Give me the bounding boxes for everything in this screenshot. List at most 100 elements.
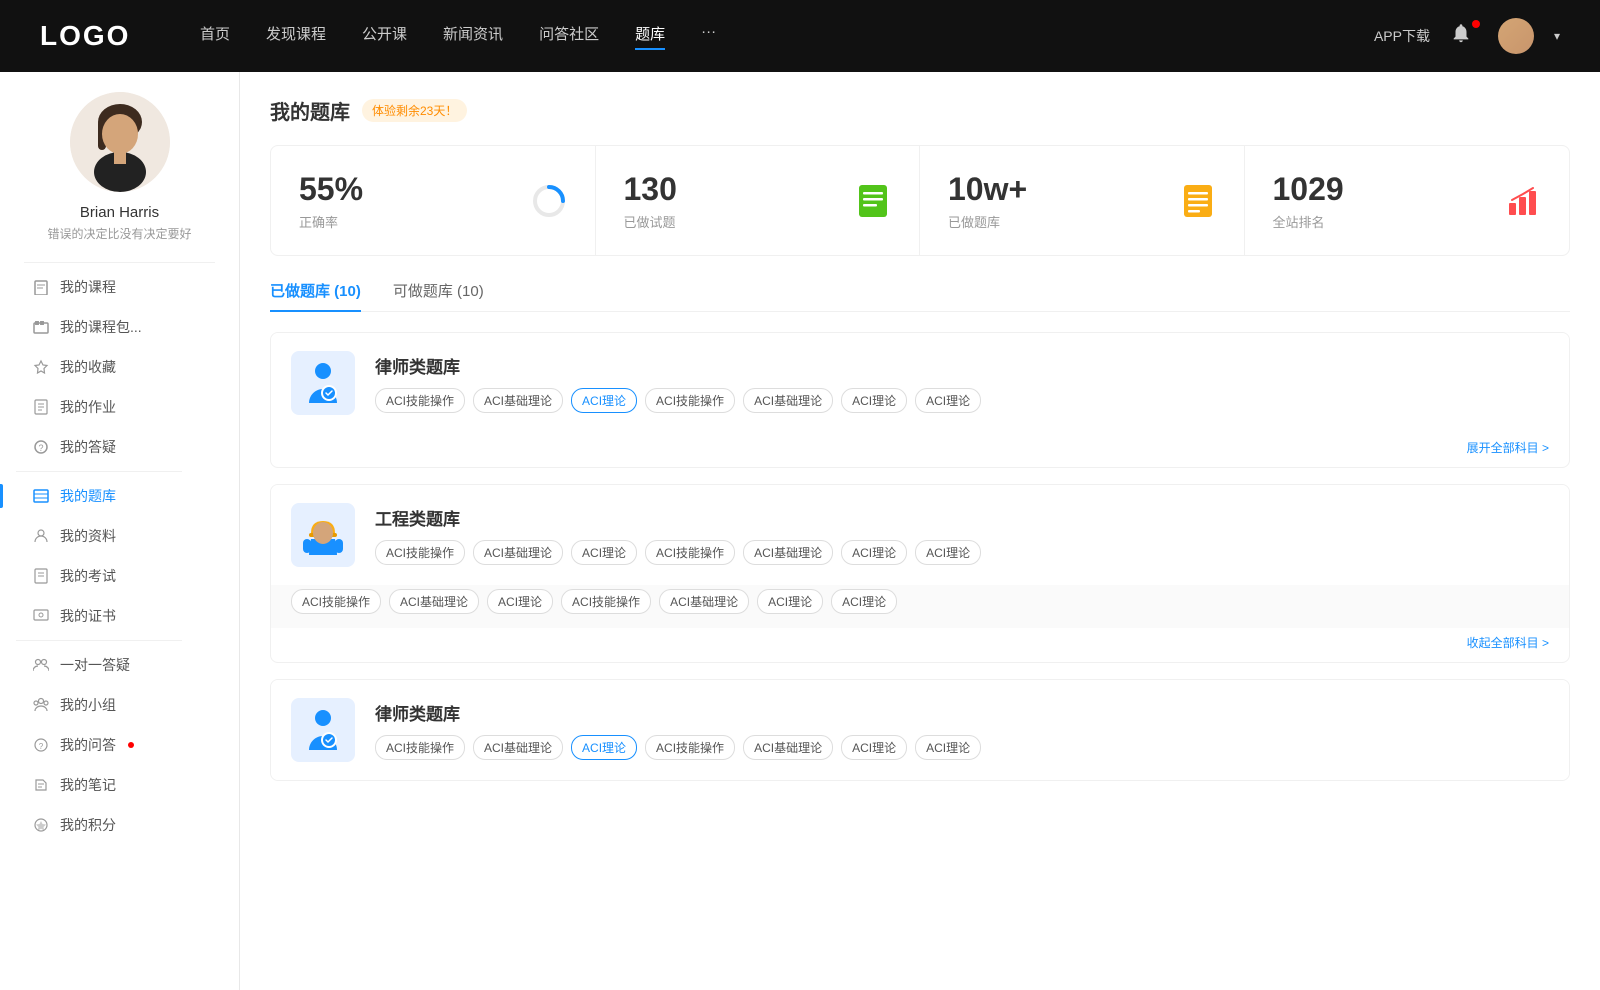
nav-qa[interactable]: 问答社区 xyxy=(539,23,599,50)
stat-done-banks: 10w+ 已做题库 xyxy=(920,146,1245,255)
sidebar-item-my-homework[interactable]: 我的作业 xyxy=(16,387,223,427)
tab-row: 已做题库 (10) 可做题库 (10) xyxy=(270,280,1570,312)
bank-footer-0: 展开全部科目 > xyxy=(271,433,1569,467)
stat-done-questions: 130 已做试题 xyxy=(596,146,921,255)
stats-row: 55% 正确率 130 已做试题 xyxy=(270,145,1570,256)
nav-news[interactable]: 新闻资讯 xyxy=(443,23,503,50)
bank-body-tag-1-6[interactable]: ACI理论 xyxy=(831,589,897,614)
bank-body-tag-1-2[interactable]: ACI理论 xyxy=(487,589,553,614)
stat-done-banks-label: 已做题库 xyxy=(948,212,1166,231)
bank-body-tag-1-1[interactable]: ACI基础理论 xyxy=(389,589,479,614)
trial-badge: 体验剩余23天！ xyxy=(362,99,467,122)
my-homework-icon xyxy=(32,398,50,416)
bank-tag-2-1[interactable]: ACI基础理论 xyxy=(473,735,563,760)
bank-section-0: 律师类题库 ACI技能操作 ACI基础理论 ACI理论 ACI技能操作 ACI基… xyxy=(270,332,1570,468)
nav-question-bank[interactable]: 题库 xyxy=(635,23,665,50)
notification-bell[interactable] xyxy=(1450,22,1478,50)
tab-done-banks[interactable]: 已做题库 (10) xyxy=(270,280,361,311)
svg-text:?: ? xyxy=(38,443,43,453)
sidebar-label-my-certificate: 我的证书 xyxy=(60,606,116,626)
sidebar-item-one-on-one[interactable]: 一对一答疑 xyxy=(16,645,223,685)
bank-body-tag-1-5[interactable]: ACI理论 xyxy=(757,589,823,614)
bank-body-tag-1-0[interactable]: ACI技能操作 xyxy=(291,589,381,614)
bank-tag-0-3[interactable]: ACI技能操作 xyxy=(645,388,735,413)
bank-content-2: 律师类题库 ACI技能操作 ACI基础理论 ACI理论 ACI技能操作 ACI基… xyxy=(375,700,1549,760)
user-avatar[interactable] xyxy=(1498,18,1534,54)
bank-tag-0-1[interactable]: ACI基础理论 xyxy=(473,388,563,413)
bank-body-tag-1-4[interactable]: ACI基础理论 xyxy=(659,589,749,614)
logo[interactable]: LOGO xyxy=(40,20,140,52)
sidebar-item-my-question-bank[interactable]: 我的题库 xyxy=(16,476,223,516)
bank-tag-0-2[interactable]: ACI理论 xyxy=(571,388,637,413)
tab-available-banks[interactable]: 可做题库 (10) xyxy=(393,280,484,311)
stat-accuracy-text: 55% 正确率 xyxy=(299,170,517,231)
bank-tag-1-6[interactable]: ACI理论 xyxy=(915,540,981,565)
bank-tag-2-5[interactable]: ACI理论 xyxy=(841,735,907,760)
top-navigation: LOGO 首页 发现课程 公开课 新闻资讯 问答社区 题库 ··· APP下载 … xyxy=(0,0,1600,72)
bank-title-2: 律师类题库 xyxy=(375,700,1549,725)
nav-right: APP下载 ▾ xyxy=(1374,18,1560,54)
stat-done-questions-label: 已做试题 xyxy=(624,212,842,231)
bank-tag-1-3[interactable]: ACI技能操作 xyxy=(645,540,735,565)
nav-discover[interactable]: 发现课程 xyxy=(266,23,326,50)
one-on-one-icon xyxy=(32,656,50,674)
bank-content-0: 律师类题库 ACI技能操作 ACI基础理论 ACI理论 ACI技能操作 ACI基… xyxy=(375,353,1549,413)
sidebar-item-my-course[interactable]: 我的课程 xyxy=(16,267,223,307)
bank-tag-0-5[interactable]: ACI理论 xyxy=(841,388,907,413)
bank-tag-2-3[interactable]: ACI技能操作 xyxy=(645,735,735,760)
stat-global-rank: 1029 全站排名 xyxy=(1245,146,1570,255)
sidebar-label-my-homework: 我的作业 xyxy=(60,397,116,417)
bank-tag-2-0[interactable]: ACI技能操作 xyxy=(375,735,465,760)
stat-global-rank-text: 1029 全站排名 xyxy=(1273,170,1492,231)
sidebar-label-my-notes: 我的笔记 xyxy=(60,775,116,795)
sidebar-item-course-package[interactable]: 我的课程包... xyxy=(16,307,223,347)
bank-tag-1-0[interactable]: ACI技能操作 xyxy=(375,540,465,565)
expand-link-0[interactable]: 展开全部科目 > xyxy=(1467,441,1549,455)
sidebar-item-my-certificate[interactable]: 我的证书 xyxy=(16,596,223,636)
sidebar-item-my-notes[interactable]: 我的笔记 xyxy=(16,765,223,805)
accuracy-icon xyxy=(531,183,567,219)
global-rank-icon xyxy=(1505,183,1541,219)
sidebar-item-my-collection[interactable]: 我的收藏 xyxy=(16,347,223,387)
bank-body-tag-1-3[interactable]: ACI技能操作 xyxy=(561,589,651,614)
sidebar-item-my-qa[interactable]: ? 我的答疑 xyxy=(16,427,223,467)
sidebar-label-one-on-one: 一对一答疑 xyxy=(60,655,130,675)
done-banks-icon xyxy=(1180,183,1216,219)
sidebar-item-my-group[interactable]: 我的小组 xyxy=(16,685,223,725)
questions-badge xyxy=(128,742,134,748)
bank-tag-0-6[interactable]: ACI理论 xyxy=(915,388,981,413)
nav-home[interactable]: 首页 xyxy=(200,23,230,50)
stat-done-banks-text: 10w+ 已做题库 xyxy=(948,170,1166,231)
sidebar-divider-1 xyxy=(24,262,215,263)
bank-section-2: 律师类题库 ACI技能操作 ACI基础理论 ACI理论 ACI技能操作 ACI基… xyxy=(270,679,1570,781)
bank-tag-0-0[interactable]: ACI技能操作 xyxy=(375,388,465,413)
sidebar-item-my-points[interactable]: 我的积分 xyxy=(16,805,223,845)
bank-footer-1: 收起全部科目 > xyxy=(271,628,1569,662)
sidebar-item-my-questions[interactable]: ? 我的问答 xyxy=(16,725,223,765)
bank-tag-1-4[interactable]: ACI基础理论 xyxy=(743,540,833,565)
sidebar: Brian Harris 错误的决定比没有决定要好 我的课程 我的课程包... xyxy=(0,72,240,990)
page-header: 我的题库 体验剩余23天！ xyxy=(270,96,1570,125)
nav-more[interactable]: ··· xyxy=(701,23,716,50)
stat-accuracy: 55% 正确率 xyxy=(271,146,596,255)
bank-icon-engineer-1 xyxy=(291,503,355,567)
sidebar-username: Brian Harris xyxy=(80,204,159,221)
bank-tag-0-4[interactable]: ACI基础理论 xyxy=(743,388,833,413)
bank-tag-2-4[interactable]: ACI基础理论 xyxy=(743,735,833,760)
bank-tag-1-2[interactable]: ACI理论 xyxy=(571,540,637,565)
bank-tag-1-5[interactable]: ACI理论 xyxy=(841,540,907,565)
bank-header-0: 律师类题库 ACI技能操作 ACI基础理论 ACI理论 ACI技能操作 ACI基… xyxy=(271,333,1569,433)
bank-tag-2-6[interactable]: ACI理论 xyxy=(915,735,981,760)
sidebar-item-my-exam[interactable]: 我的考试 xyxy=(16,556,223,596)
bank-content-1: 工程类题库 ACI技能操作 ACI基础理论 ACI理论 ACI技能操作 ACI基… xyxy=(375,505,1549,565)
notification-badge xyxy=(1472,20,1480,28)
bank-section-1: 工程类题库 ACI技能操作 ACI基础理论 ACI理论 ACI技能操作 ACI基… xyxy=(270,484,1570,663)
app-download-link[interactable]: APP下载 xyxy=(1374,26,1430,46)
sidebar-item-my-profile[interactable]: 我的资料 xyxy=(16,516,223,556)
nav-links: 首页 发现课程 公开课 新闻资讯 问答社区 题库 ··· xyxy=(200,23,1374,50)
bank-tag-2-2[interactable]: ACI理论 xyxy=(571,735,637,760)
nav-open-course[interactable]: 公开课 xyxy=(362,23,407,50)
collapse-link-1[interactable]: 收起全部科目 > xyxy=(1467,636,1549,650)
user-dropdown-arrow[interactable]: ▾ xyxy=(1554,29,1560,43)
bank-tag-1-1[interactable]: ACI基础理论 xyxy=(473,540,563,565)
